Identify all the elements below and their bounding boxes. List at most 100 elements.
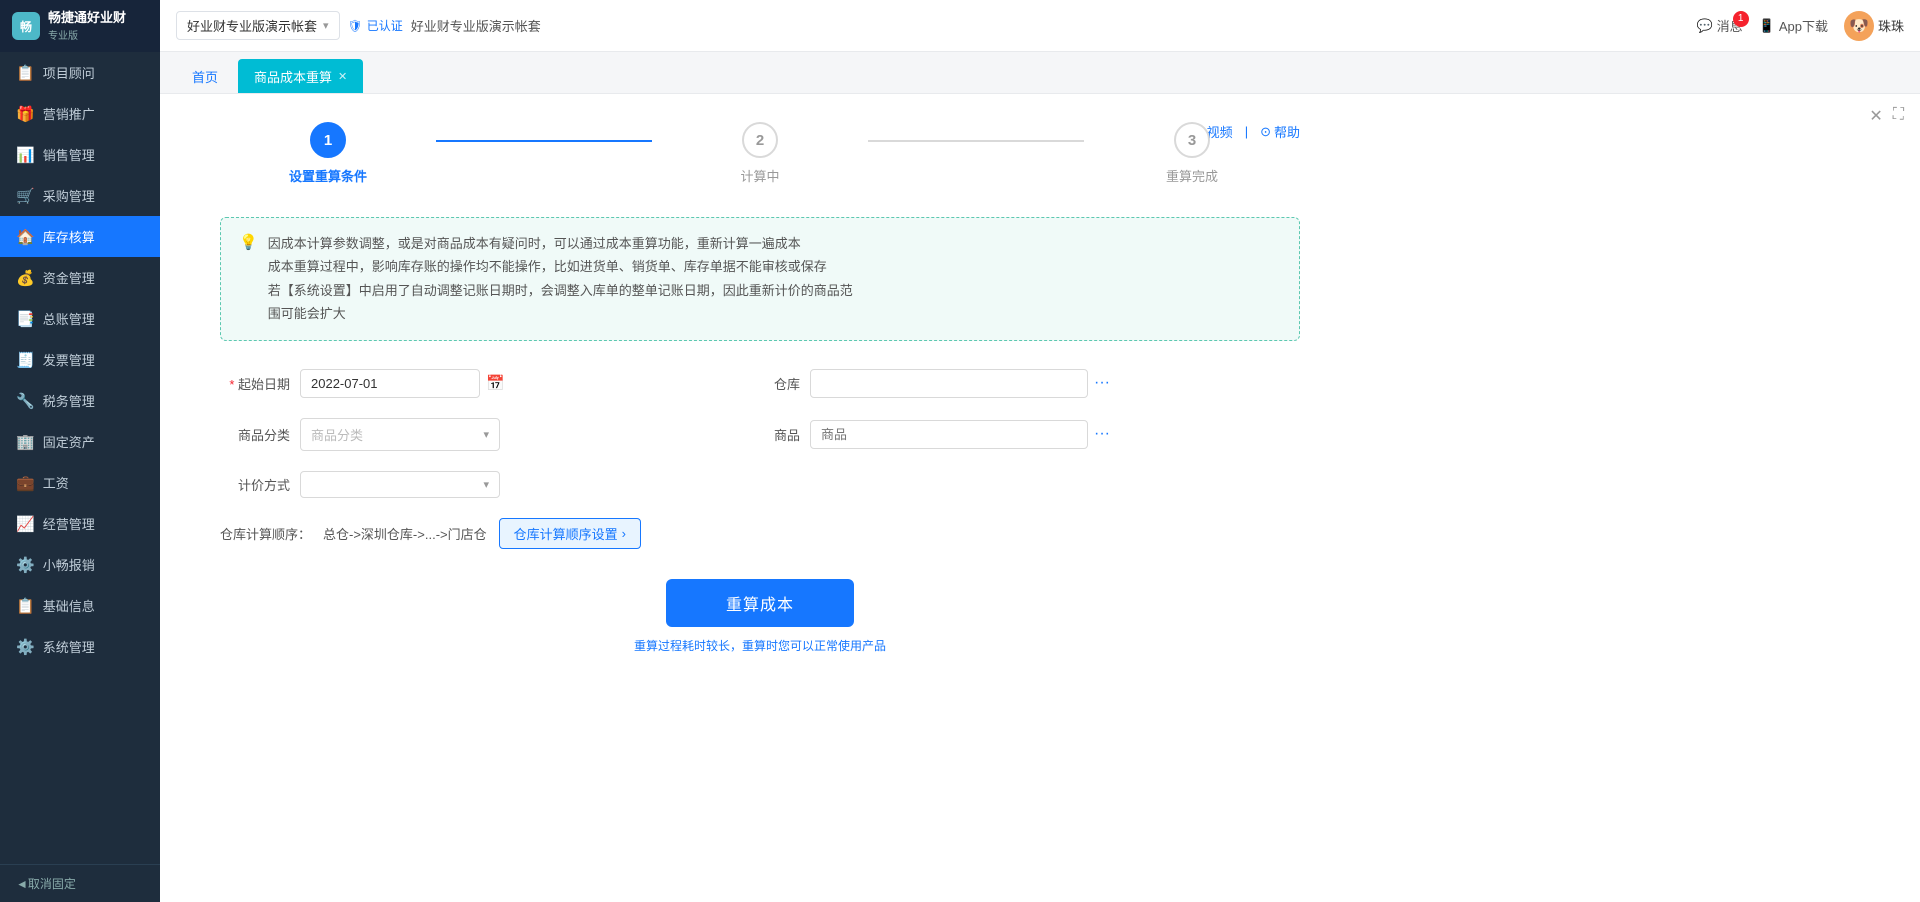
sidebar-item-label: 资金管理 bbox=[43, 268, 95, 287]
accounting-icon: 📑 bbox=[16, 310, 35, 328]
product-field: ··· bbox=[810, 420, 1110, 449]
expense-icon: ⚙️ bbox=[16, 556, 35, 574]
warehouse-field: ··· bbox=[810, 369, 1110, 398]
tab-recalc[interactable]: 商品成本重算 ✕ bbox=[238, 59, 363, 93]
sidebar-item-inventory[interactable]: 🏠 库存核算 bbox=[0, 216, 160, 257]
recalc-button[interactable]: 重算成本 bbox=[666, 579, 854, 627]
step-1-num: 1 bbox=[324, 132, 332, 149]
form-section: 起始日期 📅 仓库 ··· bbox=[220, 369, 1300, 549]
category-field: 商品分类 ▾ bbox=[300, 418, 620, 451]
form-row-3: 计价方式 ▾ bbox=[220, 471, 1300, 498]
expand-panel-button[interactable]: ⛶ bbox=[1893, 106, 1904, 126]
sidebar-item-project[interactable]: 📋 项目顾问 bbox=[0, 52, 160, 93]
sidebar-item-expense[interactable]: ⚙️ 小畅报销 bbox=[0, 544, 160, 585]
category-group: 商品分类 商品分类 ▾ bbox=[220, 418, 760, 451]
notification-badge: 1 bbox=[1733, 11, 1749, 27]
step-2: 2 计算中 bbox=[652, 122, 868, 185]
category-chevron-icon: ▾ bbox=[483, 428, 489, 441]
help-circle-icon: ⊙ bbox=[1260, 124, 1271, 140]
purchase-icon: 🛒 bbox=[16, 187, 35, 205]
warehouse-more-icon[interactable]: ··· bbox=[1094, 374, 1110, 392]
divider: | bbox=[1245, 124, 1248, 139]
sidebar-item-purchase[interactable]: 🛒 采购管理 bbox=[0, 175, 160, 216]
app-title: 畅捷通好业财 bbox=[48, 10, 126, 27]
help-label: 帮助 bbox=[1274, 122, 1300, 141]
message-icon: 💬 bbox=[1696, 18, 1712, 34]
sidebar-item-sales[interactable]: 📊 销售管理 bbox=[0, 134, 160, 175]
info-line-1: 因成本计算参数调整，或是对商品成本有疑问时，可以通过成本重算功能，重新计算一遍成… bbox=[268, 232, 853, 255]
sidebar-item-marketing[interactable]: 🎁 营销推广 bbox=[0, 93, 160, 134]
pricing-chevron-icon: ▾ bbox=[483, 478, 489, 491]
account-chevron-icon: ▾ bbox=[323, 19, 329, 32]
project-icon: 📋 bbox=[16, 64, 35, 82]
warehouse-group: 仓库 ··· bbox=[760, 369, 1300, 398]
pricing-field: ▾ bbox=[300, 471, 620, 498]
finance-icon: 💰 bbox=[16, 269, 35, 287]
verified-badge: 🛡 已认证 bbox=[348, 17, 403, 34]
phone-icon: 📱 bbox=[1759, 18, 1775, 34]
tab-close-icon[interactable]: ✕ bbox=[338, 70, 347, 83]
info-line-2: 成本重算过程中，影响库存账的操作均不能操作，比如进货单、销货单、库存单据不能审核… bbox=[268, 255, 853, 278]
tab-home[interactable]: 首页 bbox=[176, 59, 234, 93]
sidebar-item-label: 采购管理 bbox=[43, 186, 95, 205]
sidebar-item-label: 库存核算 bbox=[43, 227, 95, 246]
pricing-label: 计价方式 bbox=[220, 475, 300, 494]
sidebar-item-salary[interactable]: 💼 工资 bbox=[0, 462, 160, 503]
step-1-circle: 1 bbox=[310, 122, 346, 158]
warehouse-order-settings-button[interactable]: 仓库计算顺序设置 › bbox=[499, 518, 641, 549]
sidebar-item-label: 系统管理 bbox=[43, 637, 95, 656]
sidebar-unpin-button[interactable]: ◄取消固定 bbox=[0, 864, 160, 902]
user-name: 珠珠 bbox=[1878, 16, 1904, 35]
warehouse-order-value: 总仓->深圳仓库->...->门店仓 bbox=[323, 524, 487, 543]
asset-icon: 🏢 bbox=[16, 433, 35, 451]
sidebar-item-asset[interactable]: 🏢 固定资产 bbox=[0, 421, 160, 462]
tabbar: 首页 商品成本重算 ✕ bbox=[160, 52, 1920, 94]
account-selector-text: 好业财专业版演示帐套 bbox=[187, 16, 317, 35]
user-menu[interactable]: 🐶 珠珠 bbox=[1844, 11, 1904, 41]
sidebar-item-label: 项目顾问 bbox=[43, 63, 95, 82]
warehouse-btn-label: 仓库计算顺序设置 bbox=[514, 524, 618, 543]
sidebar-item-operation[interactable]: 📈 经营管理 bbox=[0, 503, 160, 544]
recalc-section: 重算成本 重算过程耗时较长，重算时您可以正常使用产品 bbox=[220, 579, 1300, 654]
step-1: 1 设置重算条件 bbox=[220, 122, 436, 185]
sidebar-item-accounting[interactable]: 📑 总账管理 bbox=[0, 298, 160, 339]
app-download-button[interactable]: 📱 App下载 bbox=[1759, 16, 1828, 35]
start-date-label: 起始日期 bbox=[220, 374, 300, 393]
content-action-bar: ✕ ⛶ bbox=[1869, 106, 1904, 126]
pricing-select[interactable]: ▾ bbox=[300, 471, 500, 498]
info-box: 💡 因成本计算参数调整，或是对商品成本有疑问时，可以通过成本重算功能，重新计算一… bbox=[220, 217, 1300, 341]
info-line-4: 围可能会扩大 bbox=[268, 302, 853, 325]
verified-label: 已认证 bbox=[367, 17, 403, 34]
sidebar-item-label: 工资 bbox=[43, 473, 69, 492]
warehouse-btn-arrow-icon: › bbox=[622, 526, 626, 541]
product-more-icon[interactable]: ··· bbox=[1094, 425, 1110, 443]
recalc-tab-label: 商品成本重算 bbox=[254, 67, 332, 86]
product-input[interactable] bbox=[810, 420, 1088, 449]
category-select[interactable]: 商品分类 ▾ bbox=[300, 418, 500, 451]
topbar-right: 💬 消息 1 📱 App下载 🐶 珠珠 bbox=[1696, 11, 1904, 41]
help-link[interactable]: ⊙ 帮助 bbox=[1260, 122, 1300, 141]
sidebar-item-invoice[interactable]: 🧾 发票管理 bbox=[0, 339, 160, 380]
pricing-group: 计价方式 ▾ bbox=[220, 471, 1300, 498]
message-button[interactable]: 💬 消息 1 bbox=[1696, 16, 1742, 35]
sidebar-item-tax[interactable]: 🔧 税务管理 bbox=[0, 380, 160, 421]
close-panel-button[interactable]: ✕ bbox=[1869, 106, 1882, 126]
warehouse-order-label: 仓库计算顺序： bbox=[220, 524, 311, 543]
warehouse-input[interactable] bbox=[810, 369, 1088, 398]
start-date-input[interactable] bbox=[300, 369, 480, 398]
step-3-label: 重算完成 bbox=[1166, 166, 1218, 185]
topbar-left: 好业财专业版演示帐套 ▾ 🛡 已认证 好业财专业版演示帐套 bbox=[176, 11, 1696, 40]
sidebar-item-system[interactable]: ⚙️ 系统管理 bbox=[0, 626, 160, 667]
sidebar-item-basic[interactable]: 📋 基础信息 bbox=[0, 585, 160, 626]
step-1-label: 设置重算条件 bbox=[289, 166, 367, 185]
app-logo-icon: 畅 bbox=[12, 12, 40, 40]
account-selector[interactable]: 好业财专业版演示帐套 ▾ bbox=[176, 11, 340, 40]
tax-icon: 🔧 bbox=[16, 392, 35, 410]
user-avatar: 🐶 bbox=[1844, 11, 1874, 41]
calendar-icon[interactable]: 📅 bbox=[486, 374, 505, 392]
sidebar-item-label: 销售管理 bbox=[43, 145, 95, 164]
app-subtitle: 专业版 bbox=[48, 27, 126, 42]
shield-icon: 🛡 bbox=[348, 19, 363, 33]
sidebar-item-finance[interactable]: 💰 资金管理 bbox=[0, 257, 160, 298]
step-2-circle: 2 bbox=[742, 122, 778, 158]
